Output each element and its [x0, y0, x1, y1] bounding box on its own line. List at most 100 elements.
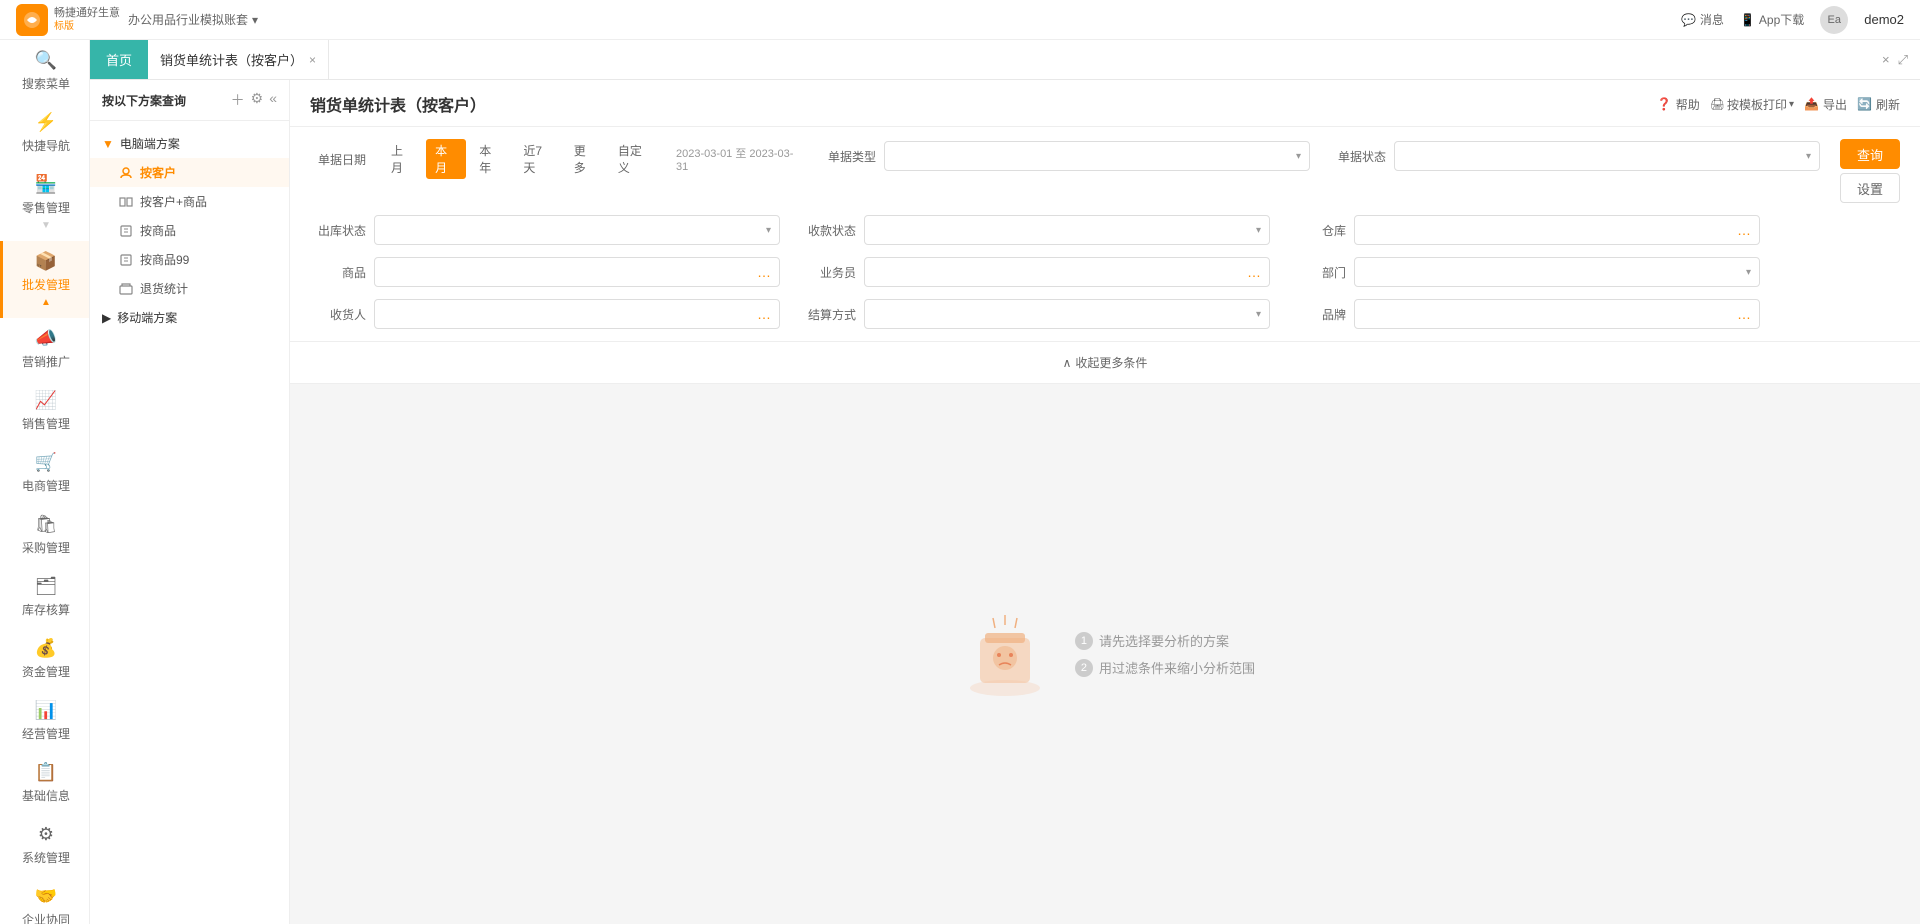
- sidebar-item-search[interactable]: 🔍 搜索菜单: [0, 40, 89, 102]
- retail-expand-icon: ▼: [41, 220, 51, 231]
- date-btn-more[interactable]: 更多: [565, 139, 605, 179]
- tree-child-product-99[interactable]: 按商品99: [90, 245, 289, 274]
- date-btn-this-month[interactable]: 本月: [426, 139, 466, 179]
- warehouse-select[interactable]: …: [1354, 215, 1760, 245]
- date-btn-last-month[interactable]: 上月: [382, 139, 422, 179]
- print-label: 按模板打印: [1727, 96, 1787, 113]
- date-btn-custom[interactable]: 自定义: [609, 139, 660, 179]
- date-range-text: 2023-03-01 至 2023-03-31: [676, 145, 800, 173]
- settings-button[interactable]: 设置: [1840, 173, 1900, 203]
- recipient-label: 收货人: [310, 306, 366, 323]
- tree-child-by-customer[interactable]: 按客户: [90, 158, 289, 187]
- left-panel-icons: ＋ ⚙ «: [231, 90, 277, 110]
- date-btn-7days[interactable]: 近7天: [514, 139, 560, 179]
- warehouse-dots-icon[interactable]: …: [1737, 222, 1751, 238]
- tree-parent-label: 电脑端方案: [120, 135, 180, 152]
- tab-active-label: 销货单统计表（按客户）: [160, 50, 303, 69]
- sidebar-label-inventory: 库存核算: [22, 601, 70, 618]
- brand-label: 品牌: [1290, 306, 1346, 323]
- brand-select[interactable]: …: [1354, 299, 1760, 329]
- page-title-bar: 销货单统计表（按客户） ❓ 帮助 🖨 按模板打印 ▾: [290, 80, 1920, 127]
- sidebar-label-retail: 零售管理: [22, 199, 70, 216]
- product-label: 商品: [310, 264, 366, 281]
- product-select[interactable]: …: [374, 257, 780, 287]
- bill-type-arrow-icon: ▾: [1296, 151, 1301, 162]
- help-btn[interactable]: ❓ 帮助: [1657, 96, 1700, 113]
- left-panel-settings-btn[interactable]: ⚙: [251, 90, 264, 110]
- date-btn-this-year[interactable]: 本年: [470, 139, 510, 179]
- sidebar-item-marketing[interactable]: 📣 营销推广: [0, 318, 89, 380]
- department-arrow-icon: ▾: [1746, 267, 1751, 278]
- page-actions: ❓ 帮助 🖨 按模板打印 ▾ 📤 导出: [1657, 96, 1900, 113]
- logo-icon: [16, 4, 48, 36]
- sidebar-label-wholesale: 批发管理: [22, 276, 70, 293]
- app-download-btn[interactable]: 📱 App下载: [1740, 11, 1804, 28]
- sidebar-item-sales[interactable]: 📈 销售管理: [0, 380, 89, 442]
- department-select[interactable]: ▾: [1354, 257, 1760, 287]
- recipient-dots-icon[interactable]: …: [757, 306, 771, 322]
- export-btn[interactable]: 📤 导出: [1804, 96, 1847, 113]
- sidebar-item-operation[interactable]: 📊 经营管理: [0, 690, 89, 752]
- sidebar-item-retail[interactable]: 🏪 零售管理 ▼: [0, 164, 89, 241]
- sidebar-label-sales: 销售管理: [22, 415, 70, 432]
- sidebar-item-inventory[interactable]: 🗂 库存核算: [0, 566, 89, 628]
- company-name: 办公用品行业模拟账套: [128, 11, 248, 28]
- tree-child-return-stats[interactable]: 退货统计: [90, 274, 289, 303]
- out-status-select[interactable]: ▾: [374, 215, 780, 245]
- tab-home[interactable]: 首页: [90, 40, 148, 79]
- tree-child-return-stats-label: 退货统计: [140, 280, 188, 297]
- bill-status-select[interactable]: ▾: [1394, 141, 1820, 171]
- brand-dots-icon[interactable]: …: [1737, 306, 1751, 322]
- salesman-select[interactable]: …: [864, 257, 1270, 287]
- header-right: 💬 消息 📱 App下载 Ea demo2: [1681, 6, 1904, 34]
- tab-close-icon[interactable]: ×: [309, 53, 316, 67]
- refresh-btn[interactable]: 🔄 刷新: [1857, 96, 1900, 113]
- left-panel: 按以下方案查询 ＋ ⚙ « ▼ 电脑端方案: [90, 80, 290, 924]
- settlement-select[interactable]: ▾: [864, 299, 1270, 329]
- sidebar-item-enterprise[interactable]: 🤝 企业协同: [0, 876, 89, 924]
- tree-child-customer-product[interactable]: 按客户+商品: [90, 187, 289, 216]
- customer-product-icon: [118, 194, 134, 210]
- query-button[interactable]: 查询: [1840, 139, 1900, 169]
- search-nav-icon: 🔍: [35, 50, 57, 71]
- sidebar-item-basic[interactable]: 📋 基础信息: [0, 752, 89, 814]
- left-panel-add-btn[interactable]: ＋: [231, 90, 245, 110]
- tree-expand-icon: ▼: [102, 137, 114, 151]
- salesman-label: 业务员: [800, 264, 856, 281]
- main-layout: 🔍 搜索菜单 ⚡ 快捷导航 🏪 零售管理 ▼ 📦 批发管理 ▲ 📣 营销推广 📈…: [0, 40, 1920, 924]
- user-name: demo2: [1864, 12, 1904, 27]
- date-shortcuts: 上月 本月 本年 近7天 更多 自定义: [382, 139, 660, 179]
- sidebar-item-purchase[interactable]: 🛍 采购管理: [0, 504, 89, 566]
- tab-controls: × ⤢: [1870, 52, 1920, 68]
- tree-mobile-expand-icon: ▶: [102, 311, 111, 325]
- tab-active[interactable]: 销货单统计表（按客户） ×: [148, 40, 329, 79]
- collapse-up-icon: ∧: [1063, 356, 1072, 370]
- sidebar-item-system[interactable]: ⚙ 系统管理: [0, 814, 89, 876]
- sidebar-item-quick-nav[interactable]: ⚡ 快捷导航: [0, 102, 89, 164]
- tab-window-close-icon[interactable]: ×: [1882, 52, 1890, 68]
- tree-parent-desktop[interactable]: ▼ 电脑端方案: [90, 129, 289, 158]
- tab-maximize-icon[interactable]: ⤢: [1898, 52, 1908, 68]
- sidebar-label-enterprise: 企业协同: [22, 911, 70, 924]
- salesman-dots-icon[interactable]: …: [1247, 264, 1261, 280]
- product-dots-icon[interactable]: …: [757, 264, 771, 280]
- pay-status-select[interactable]: ▾: [864, 215, 1270, 245]
- sidebar-label-ecom: 电商管理: [22, 477, 70, 494]
- company-dropdown[interactable]: 办公用品行业模拟账套 ▾: [128, 11, 258, 28]
- print-btn[interactable]: 🖨 按模板打印 ▾: [1710, 96, 1794, 113]
- tree-parent-mobile[interactable]: ▶ 移动端方案: [90, 303, 289, 332]
- sidebar-item-finance[interactable]: 💰 资金管理: [0, 628, 89, 690]
- bill-type-select[interactable]: ▾: [884, 141, 1310, 171]
- tree-child-by-product[interactable]: 按商品: [90, 216, 289, 245]
- tree-child-by-customer-label: 按客户: [140, 164, 176, 181]
- sidebar-item-wholesale[interactable]: 📦 批发管理 ▲: [0, 241, 89, 318]
- empty-hint-2: 2 用过滤条件来缩小分析范围: [1075, 658, 1255, 677]
- wholesale-expand-icon: ▲: [41, 297, 51, 308]
- sidebar-item-ecom[interactable]: 🛒 电商管理: [0, 442, 89, 504]
- collapse-btn[interactable]: ∧ 收起更多条件: [1051, 350, 1160, 375]
- message-btn[interactable]: 💬 消息: [1681, 11, 1724, 28]
- recipient-select[interactable]: …: [374, 299, 780, 329]
- refresh-icon: 🔄: [1857, 97, 1872, 111]
- left-panel-collapse-btn[interactable]: «: [269, 90, 277, 110]
- print-dropdown-icon[interactable]: ▾: [1789, 99, 1794, 110]
